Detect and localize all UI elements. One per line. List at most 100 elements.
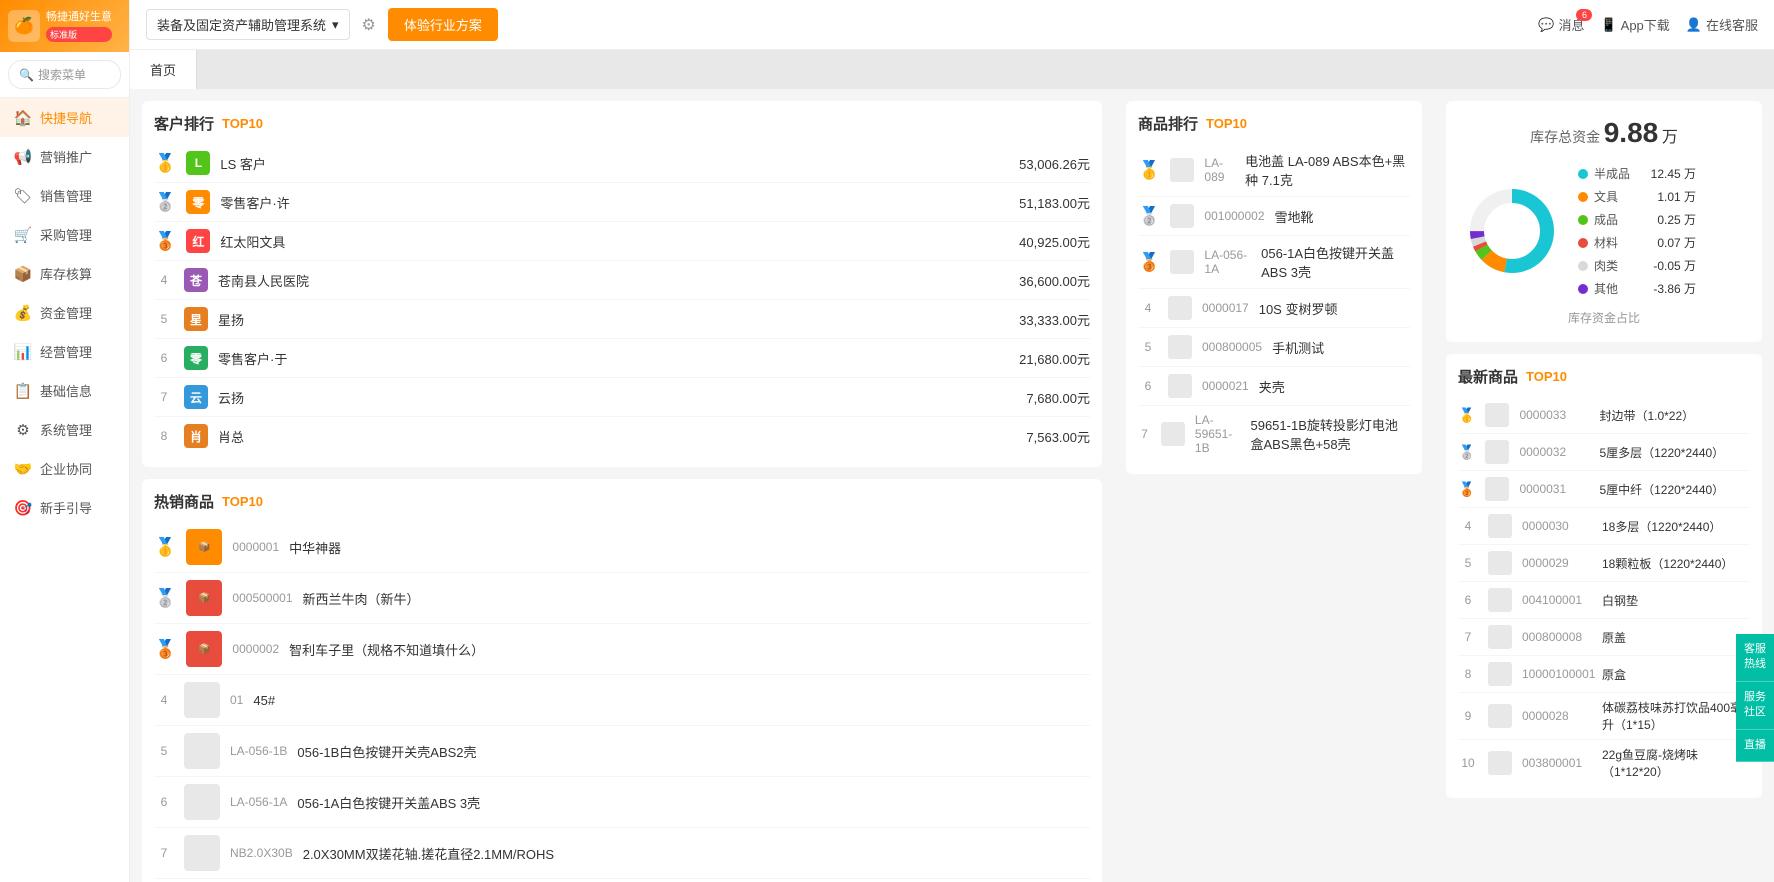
messages-button[interactable]: 💬 消息 6	[1538, 15, 1584, 34]
experience-button[interactable]: 体验行业方案	[388, 8, 498, 41]
service-community-button[interactable]: 服务社区	[1736, 682, 1774, 730]
donut-container: 半成品 12.45 万 文具 1.01 万 成品 0.25 万 材料 0.07 …	[1462, 165, 1746, 297]
customer-name: 肖总	[218, 427, 1016, 446]
app-download-button[interactable]: 📱 App下载	[1600, 15, 1669, 34]
legend-name: 其他	[1594, 280, 1630, 297]
service-icon: 👤	[1686, 17, 1702, 33]
logo-text: 畅捷通好生意	[46, 10, 112, 24]
content-area: 客户排行 TOP10 🥇 L LS 客户 53,006.26元 🥈 零 零售客户…	[130, 89, 1774, 882]
rank-badge: 零	[184, 346, 208, 370]
nav-label-operations: 经营管理	[40, 342, 92, 361]
inventory-total-value: 9.88	[1604, 117, 1659, 148]
float-buttons: 客服热线 服务社区 直播	[1736, 634, 1774, 762]
product-name: 10S 变树罗顿	[1259, 299, 1338, 318]
logo-icon: 🍊	[8, 10, 40, 42]
table-row: 8 肖 肖总 7,563.00元	[154, 417, 1090, 455]
nav-icon-marketing: 📢	[14, 148, 32, 166]
customer-name: 苍南县人民医院	[218, 271, 1009, 290]
nav-icon-system: ⚙	[14, 421, 32, 439]
rank-badge: 星	[184, 307, 208, 331]
product-name: 新西兰牛肉（新牛）	[303, 589, 420, 608]
sidebar-item-purchase[interactable]: 🛒采购管理	[0, 215, 129, 254]
latest-products-card: 最新商品 TOP10 🥇 0000033 封边带（1.0*22） 🥈 00000…	[1446, 354, 1762, 798]
legend-name: 文具	[1594, 188, 1630, 205]
search-icon: 🔍	[19, 68, 34, 82]
medal-bronze: 🥉	[1138, 252, 1160, 273]
sidebar-item-operations[interactable]: 📊经营管理	[0, 332, 129, 371]
list-item: 10 003800001 22g鱼豆腐-烧烤味（1*12*20）	[1458, 740, 1750, 786]
nav-label-marketing: 营销推广	[40, 147, 92, 166]
sidebar-item-system[interactable]: ⚙系统管理	[0, 410, 129, 449]
latest-products-title: 最新商品	[1458, 366, 1518, 387]
product-name: 2.0X30MM双搓花轴.搓花直径2.1MM/ROHS	[303, 844, 554, 863]
sidebar-logo: 🍊 畅捷通好生意 标准版	[0, 0, 129, 52]
online-service-button[interactable]: 👤 在线客服	[1686, 15, 1758, 34]
product-name: 056-1A白色按键开关盖ABS 3壳	[297, 793, 480, 812]
table-row: 🥉 红 红太阳文具 40,925.00元	[154, 222, 1090, 261]
rank-badge: 肖	[184, 424, 208, 448]
product-thumbnail-placeholder	[184, 682, 220, 718]
nav-icon-finance: 💰	[14, 304, 32, 322]
product-ranking-subtitle: TOP10	[1206, 116, 1247, 131]
sidebar-item-quick-nav[interactable]: 🏠快捷导航	[0, 98, 129, 137]
list-item: 5 LA-056-1B 056-1B白色按键开关壳ABS2壳	[154, 726, 1090, 777]
product-name: 5厘中纤（1220*2440）	[1599, 481, 1750, 498]
medal-bronze: 🥉	[154, 231, 176, 252]
sidebar-item-basic-info[interactable]: 📋基础信息	[0, 371, 129, 410]
sidebar-item-guide[interactable]: 🎯新手引导	[0, 488, 129, 527]
product-name: 056-1A白色按键开关盖ABS 3壳	[1261, 243, 1410, 281]
customer-name: LS 客户	[220, 154, 1009, 173]
product-code: LA-056-1A	[230, 795, 287, 809]
customer-amount: 21,680.00元	[1019, 349, 1090, 368]
product-code: LA-59651-1B	[1195, 413, 1241, 455]
sidebar-item-inventory[interactable]: 📦库存核算	[0, 254, 129, 293]
nav-label-guide: 新手引导	[40, 498, 92, 517]
chevron-down-icon: ▾	[332, 17, 339, 33]
sidebar-nav: 🏠快捷导航 📢 营销推广 🏷销售管理🛒采购管理📦库存核算💰资金管理📊经营管理📋基础信息…	[0, 98, 129, 527]
product-thumbnail: 📦	[186, 580, 222, 616]
page-tabs: 首页	[130, 50, 1774, 89]
product-thumbnail-placeholder	[1488, 588, 1512, 612]
legend-value: 12.45 万	[1636, 165, 1696, 182]
main-area: 装备及固定资产辅助管理系统 ▾ ⚙ 体验行业方案 💬 消息 6 📱 App下载 …	[130, 0, 1774, 882]
search-menu-button[interactable]: 🔍 搜索菜单	[8, 60, 121, 89]
list-item: 🥇 0000033 封边带（1.0*22）	[1458, 397, 1750, 434]
product-thumbnail-placeholder	[1161, 422, 1185, 446]
app-download-label: App下载	[1621, 15, 1670, 34]
settings-button[interactable]: ⚙	[362, 15, 376, 35]
customer-amount: 7,563.00元	[1026, 427, 1090, 446]
product-name: 056-1B白色按键开关壳ABS2壳	[297, 742, 476, 761]
product-thumbnail-placeholder	[1488, 704, 1512, 728]
product-name: 体碳荔枝味苏打饮品400毫升（1*15）	[1602, 699, 1750, 733]
list-item: 🥉 📦 0000002 智利车子里（规格不知道填什么）	[154, 624, 1090, 675]
topbar-actions: 💬 消息 6 📱 App下载 👤 在线客服	[1538, 15, 1758, 34]
customer-service-button[interactable]: 客服热线	[1736, 634, 1774, 682]
product-name: 智利车子里（规格不知道填什么）	[289, 640, 484, 659]
legend-item: 成品 0.25 万	[1578, 211, 1696, 228]
inventory-total-unit: 万	[1662, 129, 1678, 146]
list-item: 🥉 0000031 5厘中纤（1220*2440）	[1458, 471, 1750, 508]
product-thumbnail-placeholder	[184, 835, 220, 871]
nav-label-basic-info: 基础信息	[40, 381, 92, 400]
sidebar-item-sales[interactable]: 🏷销售管理	[0, 176, 129, 215]
table-row: 5 000800005 手机测试	[1138, 328, 1410, 367]
medal-silver: 🥈	[1458, 444, 1475, 461]
tab-home[interactable]: 首页	[130, 50, 197, 89]
product-thumbnail-placeholder	[1488, 514, 1512, 538]
product-code: 0000017	[1202, 301, 1249, 315]
inventory-total-label: 库存总资金	[1530, 129, 1600, 145]
product-name: 59651-1B旋转投影灯电池盒ABS黑色+58壳	[1250, 415, 1410, 453]
product-name: 夹壳	[1259, 377, 1285, 396]
direct-button[interactable]: 直播	[1736, 730, 1774, 762]
sidebar-item-enterprise[interactable]: 🤝企业协同	[0, 449, 129, 488]
middle-panel: 商品排行 TOP10 🥇 LA-089 电池盖 LA-089 ABS本色+黑种 …	[1114, 89, 1434, 882]
sidebar-item-marketing[interactable]: 📢 营销推广	[0, 137, 129, 176]
app-selector[interactable]: 装备及固定资产辅助管理系统 ▾	[146, 9, 350, 40]
search-menu-label: 搜索菜单	[38, 66, 86, 83]
product-thumbnail: 📦	[186, 529, 222, 565]
sidebar-item-finance[interactable]: 💰资金管理	[0, 293, 129, 332]
medal-bronze: 🥉	[1458, 481, 1475, 498]
table-row: 6 零 零售客户·于 21,680.00元	[154, 339, 1090, 378]
table-row: 🥈 001000002 雪地靴	[1138, 197, 1410, 236]
product-code: 004100001	[1522, 593, 1592, 607]
